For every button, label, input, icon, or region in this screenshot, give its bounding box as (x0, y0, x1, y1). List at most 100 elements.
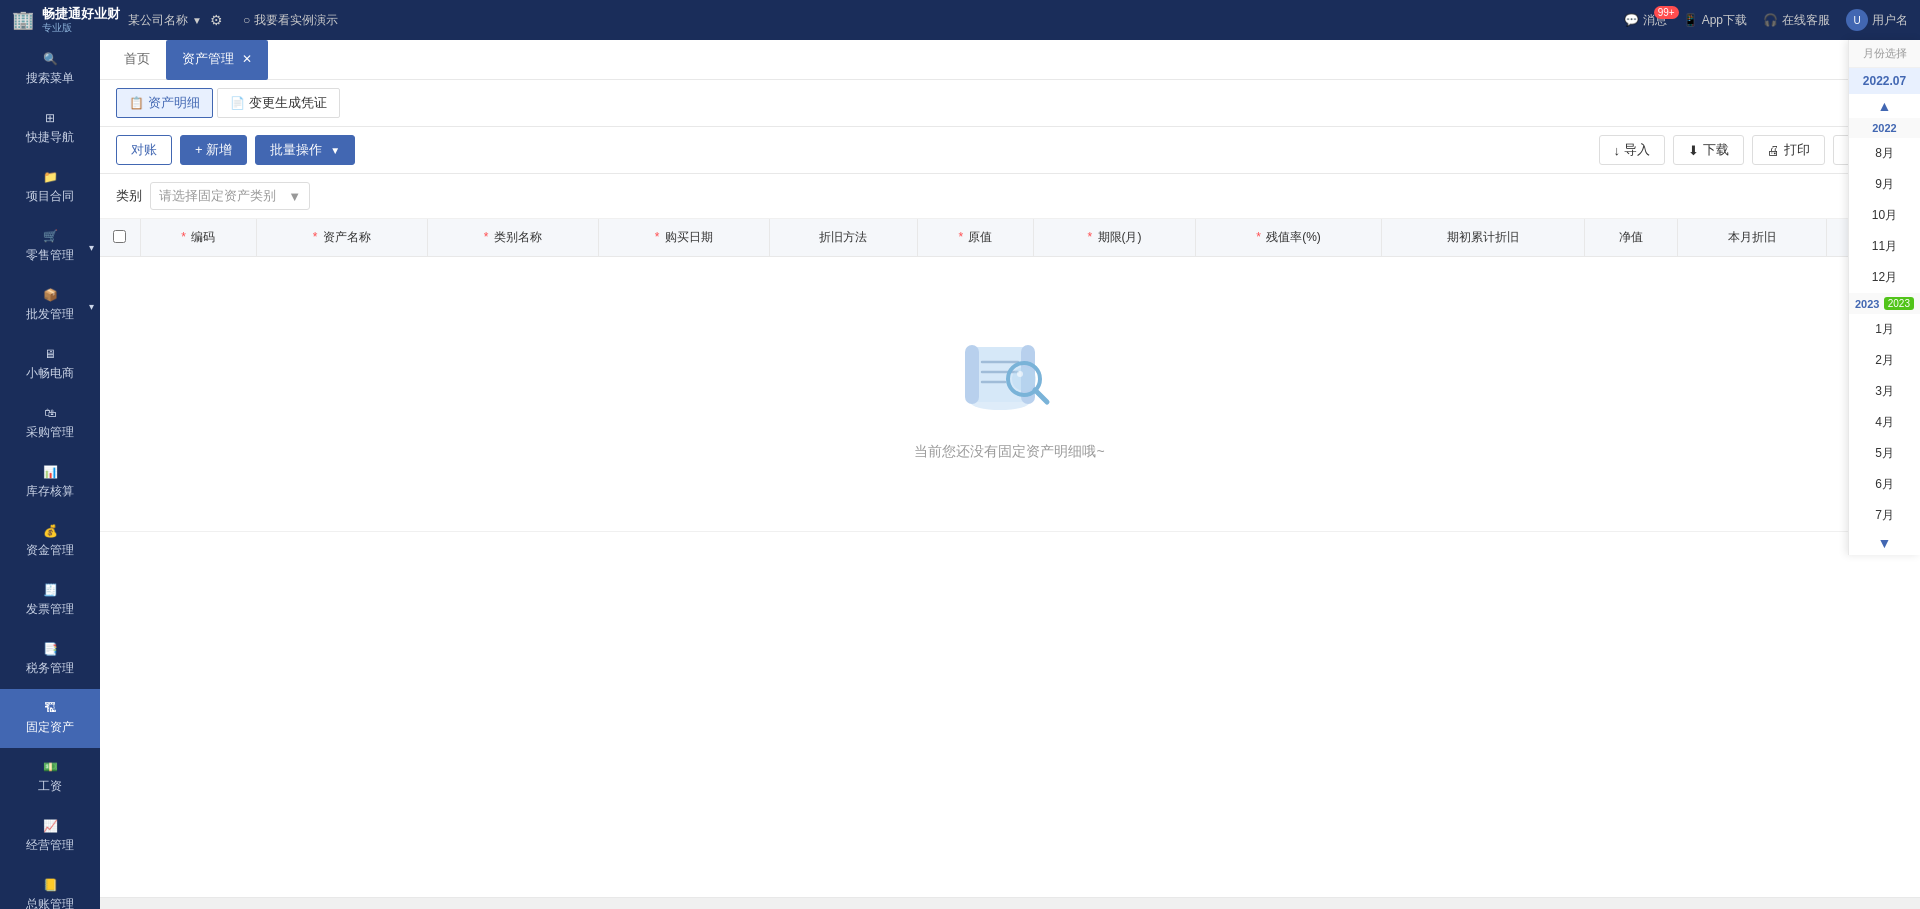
sidebar-item-finance[interactable]: 💰 资金管理 (0, 512, 100, 571)
th-code: * 编码 (140, 219, 256, 257)
top-bar-right: 💬 消息 99+ 📱 App下载 🎧 在线客服 U 用户名 (1624, 9, 1908, 31)
month-item-7[interactable]: 7月 (1849, 500, 1920, 531)
month-item-11[interactable]: 11月 (1849, 231, 1920, 262)
sidebar: 🔍 搜索菜单 ⊞ 快捷导航 📁 项目合同 🛒 零售管理 ▾ 📦 批发管理 ▾ 🖥… (0, 40, 100, 909)
sidebar-item-inventory[interactable]: 📊 库存核算 (0, 453, 100, 512)
month-item-4[interactable]: 4月 (1849, 407, 1920, 438)
svg-point-10 (1017, 371, 1023, 377)
search-icon: 🔍 (43, 52, 58, 66)
print-icon: 🖨 (1767, 143, 1780, 158)
brand-name: 畅捷通好业财 专业版 (42, 6, 120, 34)
svg-rect-2 (965, 345, 979, 404)
chevron-down-icon-2: ▾ (89, 300, 94, 311)
sidebar-item-salary[interactable]: 💵 工资 (0, 748, 100, 807)
user-menu[interactable]: U 用户名 (1846, 9, 1908, 31)
sidebar-item-wholesale[interactable]: 📦 批发管理 ▾ (0, 276, 100, 335)
content-area: 首页 资产管理 ✕ 📋 资产明细 📄 变更生成凭证 (100, 40, 1920, 909)
tab-close-icon[interactable]: ✕ (242, 52, 252, 66)
message-button[interactable]: 💬 消息 99+ (1624, 12, 1667, 29)
demo-button[interactable]: ○ 我要看实例演示 (243, 12, 338, 29)
sidebar-item-invoice[interactable]: 🧾 发票管理 (0, 571, 100, 630)
app-download-button[interactable]: 📱 App下载 (1683, 12, 1747, 29)
import-button[interactable]: ↓ 导入 (1599, 135, 1666, 165)
month-item-1[interactable]: 1月 (1849, 314, 1920, 345)
sidebar-item-search[interactable]: 🔍 搜索菜单 (0, 40, 100, 99)
tab-home[interactable]: 首页 (108, 40, 166, 80)
import-icon: ↓ (1614, 143, 1621, 158)
user-avatar: U (1846, 9, 1868, 31)
reconcile-button[interactable]: 对账 (116, 135, 172, 165)
bottom-scrollbar[interactable] (100, 897, 1920, 909)
month-item-2[interactable]: 2月 (1849, 345, 1920, 376)
headset-icon: 🎧 (1763, 13, 1778, 27)
page-content: 📋 资产明细 📄 变更生成凭证 对账 + 新增 (100, 80, 1920, 909)
download-icon: ⬇ (1688, 143, 1699, 158)
empty-illustration (950, 327, 1070, 427)
online-service-button[interactable]: 🎧 在线客服 (1763, 12, 1830, 29)
select-all-checkbox[interactable] (113, 230, 126, 243)
month-item-9[interactable]: 9月 (1849, 169, 1920, 200)
current-year-badge: 2023 (1884, 297, 1914, 310)
sidebar-item-ecommerce[interactable]: 🖥 小畅电商 (0, 335, 100, 394)
month-picker-selected[interactable]: 2022.07 (1849, 68, 1920, 94)
month-item-5[interactable]: 5月 (1849, 438, 1920, 469)
month-item-3[interactable]: 3月 (1849, 376, 1920, 407)
month-item-6[interactable]: 6月 (1849, 469, 1920, 500)
month-item-12[interactable]: 12月 (1849, 262, 1920, 293)
empty-state: 当前您还没有固定资产明细哦~ (108, 267, 1911, 521)
document-icon: 📄 (230, 96, 245, 110)
th-depreciation-method: 折旧方法 (769, 219, 917, 257)
th-asset-name: * 资产名称 (256, 219, 427, 257)
tab-bar: 首页 资产管理 ✕ (100, 40, 1920, 80)
brand-logo-icon: 🏢 (12, 9, 34, 31)
download-button[interactable]: ⬇ 下载 (1673, 135, 1744, 165)
sidebar-item-quick-nav[interactable]: ⊞ 快捷导航 (0, 99, 100, 158)
month-item-10[interactable]: 10月 (1849, 200, 1920, 231)
list-icon: 📋 (129, 96, 144, 110)
month-picker-up[interactable]: ▲ (1849, 94, 1920, 118)
category-select[interactable]: 请选择固定资产类别 ▼ (150, 182, 310, 210)
sidebar-item-project[interactable]: 📁 项目合同 (0, 158, 100, 217)
empty-state-cell: 当前您还没有固定资产明细哦~ (100, 257, 1920, 532)
month-picker-panel: 月份选择 2022.07 ▲ 2022 8月 9月 10月 11月 12月 20… (1848, 40, 1920, 555)
print-button[interactable]: 🖨 打印 (1752, 135, 1825, 165)
month-2022: 2022 (1849, 118, 1920, 138)
add-button[interactable]: + 新增 (180, 135, 247, 165)
chevron-down-icon: ▾ (89, 241, 94, 252)
empty-state-row: 当前您还没有固定资产明细哦~ (100, 257, 1920, 532)
empty-text: 当前您还没有固定资产明细哦~ (914, 443, 1104, 461)
month-picker-down[interactable]: ▼ (1849, 531, 1920, 555)
table-container: * 编码 * 资产名称 * 类别名称 (100, 219, 1920, 897)
company-selector[interactable]: 某公司名称 ▼ (128, 12, 202, 29)
salary-icon: 💵 (43, 760, 58, 774)
purchase-icon: 🛍 (44, 406, 56, 420)
grid-icon: ⊞ (45, 111, 55, 125)
table-header-row: * 编码 * 资产名称 * 类别名称 (100, 219, 1920, 257)
settings-button[interactable]: ⚙ (210, 12, 223, 28)
phone-icon: 📱 (1683, 13, 1698, 27)
sidebar-item-fixed-assets[interactable]: 🏗 固定资产 (0, 689, 100, 748)
sidebar-item-retail[interactable]: 🛒 零售管理 ▾ (0, 217, 100, 276)
select-arrow-icon: ▼ (288, 189, 301, 204)
asset-table: * 编码 * 资产名称 * 类别名称 (100, 219, 1920, 532)
filter-row: 类别 请选择固定资产类别 ▼ (100, 174, 1920, 219)
tab-asset-mgmt[interactable]: 资产管理 ✕ (166, 40, 268, 80)
sidebar-item-tax[interactable]: 📑 税务管理 (0, 630, 100, 689)
top-bar: 🏢 畅捷通好业财 专业版 某公司名称 ▼ ⚙ ○ 我要看实例演示 💬 消息 99… (0, 0, 1920, 40)
sidebar-item-operation[interactable]: 📈 经营管理 (0, 807, 100, 866)
sidebar-item-purchase[interactable]: 🛍 采购管理 (0, 394, 100, 453)
th-checkbox (100, 219, 140, 257)
th-purchase-date: * 购买日期 (598, 219, 769, 257)
month-item-8[interactable]: 8月 (1849, 138, 1920, 169)
sub-tab-change-voucher[interactable]: 📄 变更生成凭证 (217, 88, 340, 118)
batch-button[interactable]: 批量操作 ▼ (255, 135, 355, 165)
invoice-icon: 🧾 (43, 583, 58, 597)
th-monthly-depreciation: 本月折旧 (1678, 219, 1826, 257)
ecommerce-icon: 🖥 (44, 347, 56, 361)
svg-point-8 (1012, 367, 1036, 391)
th-net-value: 净值 (1584, 219, 1677, 257)
sub-tab-asset-detail[interactable]: 📋 资产明细 (116, 88, 213, 118)
tax-icon: 📑 (43, 642, 58, 656)
inventory-icon: 📊 (43, 465, 58, 479)
sidebar-item-ledger[interactable]: 📒 总账管理 (0, 866, 100, 909)
